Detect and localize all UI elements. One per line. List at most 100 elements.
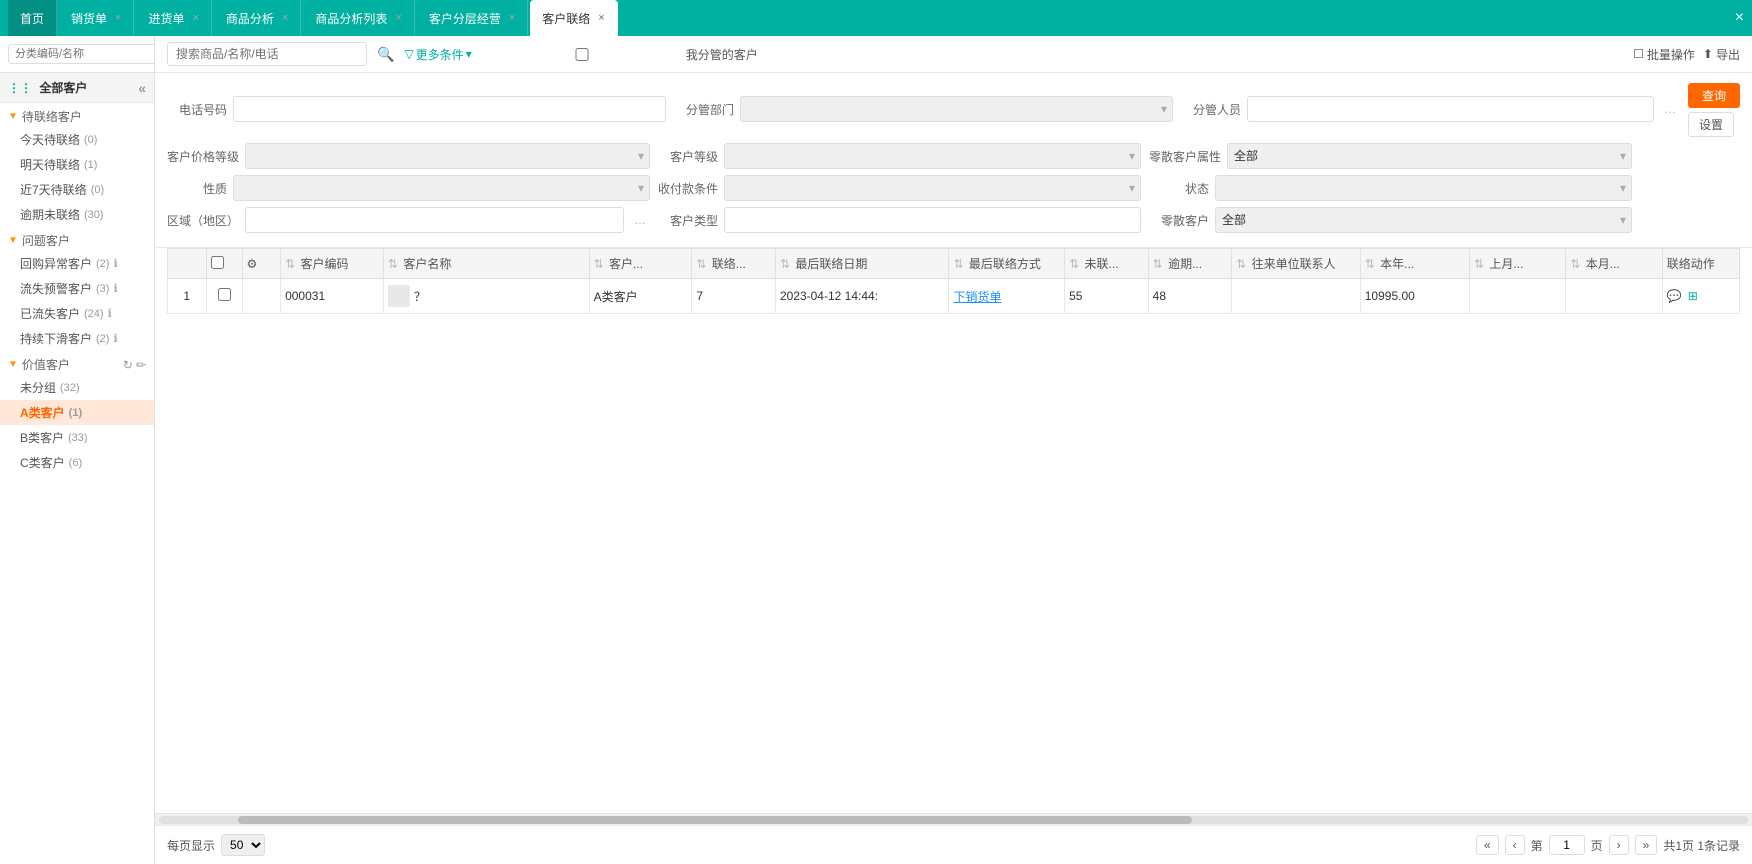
sidebar-item-today[interactable]: 今天待联络 (0) [0,127,154,152]
nav-tab-product-analysis-close[interactable]: × [282,12,288,24]
export-btn[interactable]: ⬆ 导出 [1703,46,1740,63]
sidebar-item-repurchase-abnormal[interactable]: 回购异常客户 (2) ℹ [0,251,154,276]
filter-customer-type-input[interactable] [724,207,1141,233]
more-conditions-btn[interactable]: ▽ 更多条件 ▾ [404,46,471,63]
th-checkbox[interactable] [206,249,242,279]
nav-tab-sales[interactable]: 销货单 × [59,0,134,36]
settings-button[interactable]: 设置 [1688,112,1734,137]
filter-region-input[interactable] [245,207,624,233]
first-page-btn[interactable]: « [1476,835,1499,855]
th-contact[interactable]: ⇅ 联络... [692,249,776,279]
nav-tab-product-list[interactable]: 商品分析列表 × [303,0,414,36]
page-size-select[interactable]: 50 [221,834,265,856]
th-contact-label: 联络... [712,257,746,271]
th-gear[interactable]: ⚙ [242,249,281,279]
sidebar-item-class-c[interactable]: C类客户 (6) [0,450,154,475]
group-pending-contact[interactable]: ▼ 待联络客户 [0,103,154,127]
th-overdue[interactable]: ⇅ 逾期... [1148,249,1232,279]
th-this-year[interactable]: ⇅ 本年... [1360,249,1469,279]
th-this-month[interactable]: ⇅ 本月... [1566,249,1662,279]
batch-operation-btn[interactable]: 批量操作 [1633,46,1695,63]
filter-retail-attr-select[interactable]: 全部 [1227,143,1632,169]
page-number-input[interactable] [1549,835,1585,855]
nav-tab-purchase-close[interactable]: × [192,12,198,24]
th-unlinked[interactable]: ⇅ 未联... [1065,249,1149,279]
action-qr-icon[interactable]: ⊞ [1688,289,1698,303]
sidebar-item-7days[interactable]: 近7天待联络 (0) [0,177,154,202]
last-page-btn[interactable]: » [1635,835,1658,855]
scrollbar-track[interactable] [159,816,1748,824]
th-name[interactable]: ⇅ 客户名称 [383,249,589,279]
next-page-btn[interactable]: › [1609,835,1629,855]
last-method-link[interactable]: 下销货单 [953,290,1001,304]
nav-tab-customer-contact[interactable]: 客户联络 × [530,0,617,36]
nav-tab-customer-segment[interactable]: 客户分层经营 × [417,0,528,36]
sidebar-item-class-a[interactable]: A类客户 (1) [0,400,154,425]
th-corp-contact[interactable]: ⇅ 往来单位联系人 [1232,249,1361,279]
sort-icon-lastmo: ⇅ [1474,257,1484,271]
th-method[interactable]: ⇅ 最后联络方式 [949,249,1065,279]
th-type[interactable]: ⇅ 客户... [589,249,692,279]
nav-tab-customer-segment-close[interactable]: × [509,12,515,24]
filter-price-grade-select[interactable] [245,143,650,169]
my-customers-checkbox-area[interactable]: 我分管的客户 [482,46,758,63]
th-date[interactable]: ⇅ 最后联络日期 [775,249,949,279]
nav-tab-sales-close[interactable]: × [115,12,121,24]
filter-dept-select[interactable] [740,96,1173,122]
sidebar-item-class-b[interactable]: B类客户 (33) [0,425,154,450]
filter-manager-input[interactable] [1247,96,1654,122]
churned-info-icon[interactable]: ℹ [108,307,112,320]
all-customers-header[interactable]: ⋮⋮ 全部客户 « [0,73,154,103]
group-value-customers[interactable]: ▼ 价值客户 ↻ ✏ [0,351,154,375]
sidebar-item-overdue[interactable]: 逾期未联络 (30) [0,202,154,227]
filter-region-more-icon[interactable]: … [630,213,650,227]
prev-page-btn[interactable]: ‹ [1505,835,1525,855]
filter-dept-label: 分管部门 [674,101,734,118]
filter-search-icon[interactable]: 🔍 [377,46,394,63]
filter-retail-customer-select[interactable]: 全部 [1215,207,1632,233]
filter-manager-more-icon[interactable]: … [1660,102,1680,116]
th-thisyr-label: 本年... [1380,257,1414,271]
sidebar-item-tomorrow[interactable]: 明天待联络 (1) [0,152,154,177]
scrollbar-thumb[interactable] [238,816,1191,824]
filter-nature-select[interactable] [233,175,650,201]
sidebar-item-ungroup[interactable]: 未分组 (32) [0,375,154,400]
th-last-month[interactable]: ⇅ 上月... [1470,249,1566,279]
sidebar-item-7days-count: (0) [91,184,104,196]
row-checkbox[interactable] [218,288,231,301]
sidebar-item-churn-warning[interactable]: 流失预警客户 (3) ℹ [0,276,154,301]
collapse-icon[interactable]: « [138,80,146,96]
filter-status-select[interactable] [1215,175,1632,201]
sidebar-search-input[interactable] [8,44,155,64]
th-code[interactable]: ⇅ 客户编码 [281,249,384,279]
group-problem-customers[interactable]: ▼ 问题客户 [0,227,154,251]
row-checkbox-cell[interactable] [206,279,242,314]
batch-op-label: 批量操作 [1647,46,1695,63]
filter-customer-grade-select[interactable] [724,143,1141,169]
my-customers-label: 我分管的客户 [686,46,758,63]
sidebar-item-churned[interactable]: 已流失客户 (24) ℹ [0,301,154,326]
select-all-checkbox[interactable] [211,256,224,269]
nav-tab-purchase[interactable]: 进货单 × [136,0,211,36]
repurchase-info-icon[interactable]: ℹ [113,257,117,270]
nav-tab-customer-contact-close[interactable]: × [598,12,604,24]
churn-warning-info-icon[interactable]: ℹ [113,282,117,295]
sidebar-item-declining[interactable]: 持续下滑客户 (2) ℹ [0,326,154,351]
search-input[interactable] [167,42,367,66]
my-customers-checkbox[interactable] [482,48,682,61]
action-message-icon[interactable]: 💬 [1667,289,1682,303]
nav-tab-product-analysis[interactable]: 商品分析 × [214,0,301,36]
edit-icon[interactable]: ✏ [136,358,146,372]
horizontal-scrollbar[interactable] [155,813,1752,825]
declining-info-icon[interactable]: ℹ [113,332,117,345]
filter-row-1: 电话号码 分管部门 分管人员 … 查询 设置 [167,81,1740,137]
filter-payment-select[interactable] [724,175,1141,201]
page-suffix: 页 [1591,837,1603,854]
query-button[interactable]: 查询 [1688,83,1740,108]
window-close-icon[interactable]: × [1735,9,1744,27]
refresh-icon[interactable]: ↻ [123,358,133,372]
filter-phone-input[interactable] [233,96,666,122]
sidebar-item-class-b-label: B类客户 [20,429,64,446]
nav-tab-home[interactable]: 首页 [8,0,57,36]
nav-tab-product-list-close[interactable]: × [395,12,401,24]
